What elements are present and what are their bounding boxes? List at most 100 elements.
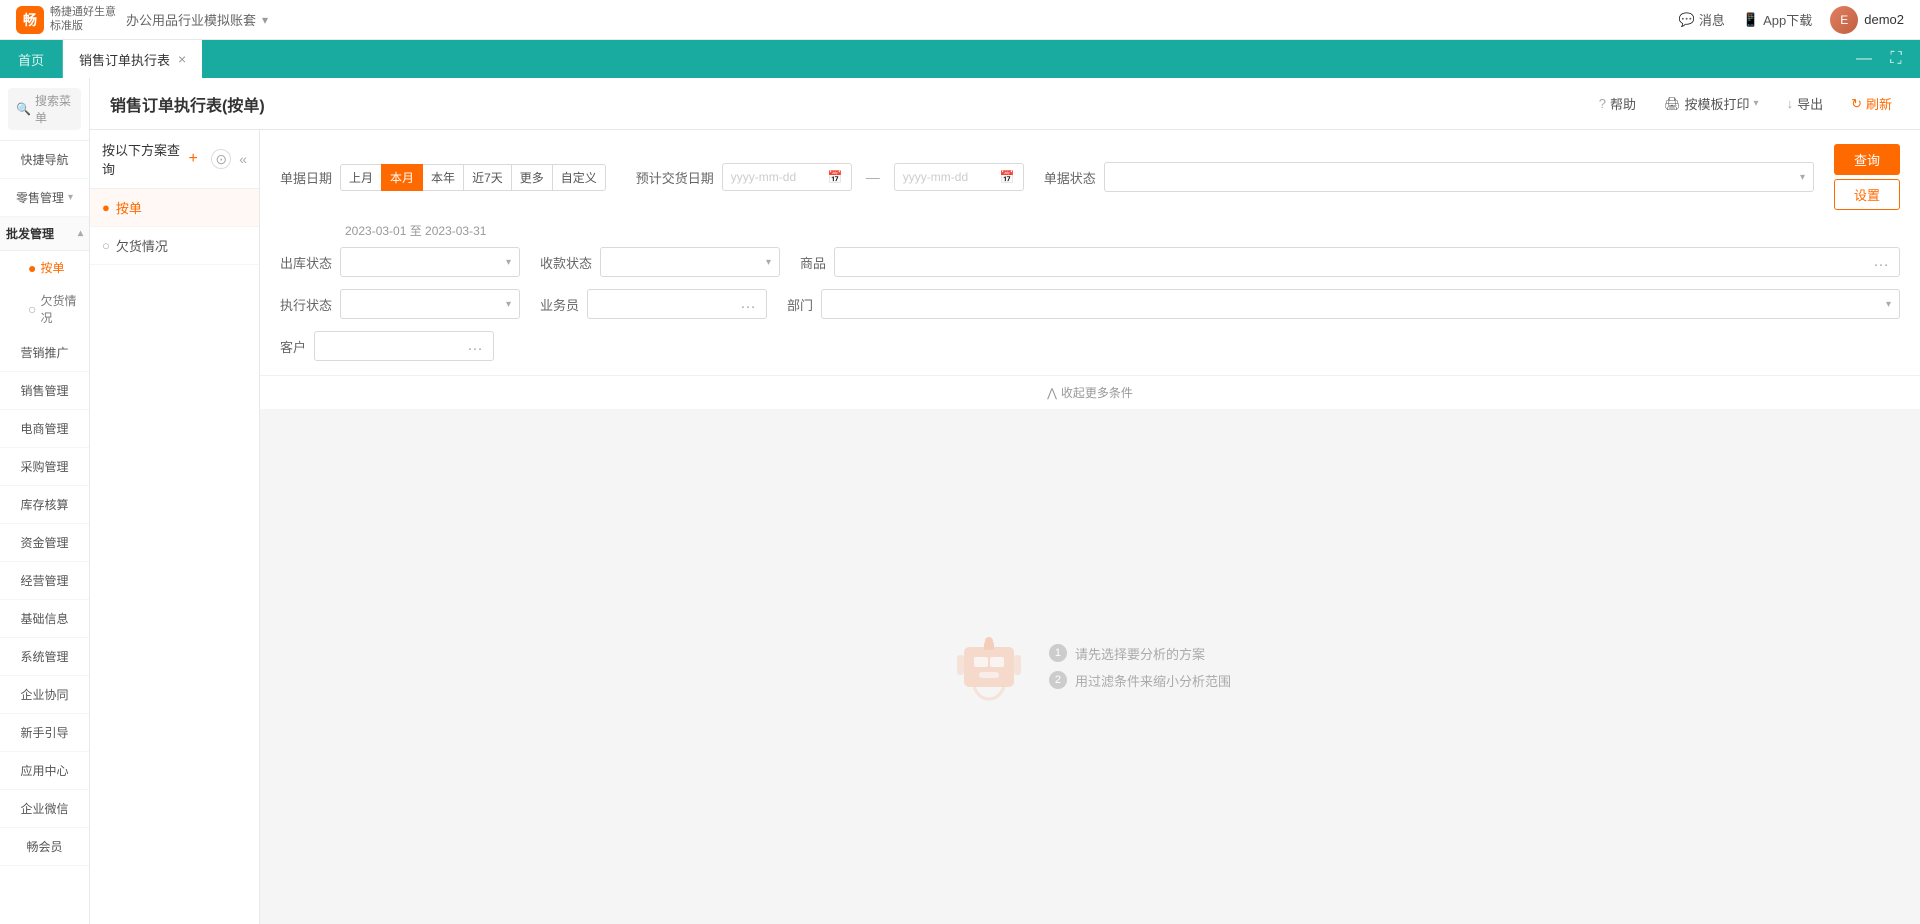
customer-more-icon[interactable]: … [467, 337, 485, 355]
sidebar-item-label: 批发管理 [6, 225, 54, 242]
calendar-icon-end: 📅 [1000, 170, 1015, 184]
empty-tip-1: 1 请先选择要分析的方案 [1049, 644, 1231, 663]
message-button[interactable]: 💬 消息 [1679, 10, 1725, 29]
sidebar-item-operations[interactable]: 经营管理 [0, 562, 89, 600]
sidebar-item-label: 资金管理 [20, 534, 68, 551]
sidebar-item-new-guide[interactable]: 新手引导 [0, 714, 89, 752]
date-tab-this-year[interactable]: 本年 [422, 164, 464, 191]
app-download-button[interactable]: 📱 App下载 [1743, 10, 1812, 29]
chevron-down-icon: ▾ [1886, 299, 1891, 310]
sidebar-item-label: 快捷导航 [20, 151, 68, 168]
sidebar: 🔍 搜索菜单 快捷导航 零售管理 ▾ 批发管理 ▴ ● 按单 ○ 欠货情况 营销… [0, 78, 90, 924]
expected-date-start-input[interactable]: yyyy-mm-dd 📅 [722, 163, 852, 191]
logo-area: 畅 畅捷通好生意 标准版 [16, 6, 116, 34]
logo-text: 畅捷通好生意 标准版 [50, 6, 116, 32]
document-status-select[interactable]: ▾ [1104, 162, 1814, 192]
salesperson-more-icon[interactable]: … [740, 295, 758, 313]
filter-expected-date: 预计交货日期 yyyy-mm-dd 📅 — yyyy-mm-dd 📅 [636, 163, 1024, 191]
date-tab-last7days[interactable]: 近7天 [463, 164, 512, 191]
print-label: 按模板打印 [1685, 94, 1750, 113]
sidebar-item-finance[interactable]: 资金管理 [0, 524, 89, 562]
sidebar-item-marketing[interactable]: 营销推广 [0, 334, 89, 372]
sidebar-item-quick-nav[interactable]: 快捷导航 [0, 141, 89, 179]
date-filter-row: 上月 本月 本年 近7天 更多 自定义 [340, 164, 616, 191]
search-placeholder: 搜索菜单 [35, 92, 73, 126]
sidebar-item-basic-info[interactable]: 基础信息 [0, 600, 89, 638]
scheme-item-icon: ○ [102, 238, 110, 253]
execution-status-select[interactable]: ▾ [340, 289, 520, 319]
scheme-item-by-single[interactable]: ● 按单 [90, 189, 259, 227]
outbound-status-select[interactable]: ▾ [340, 247, 520, 277]
user-area[interactable]: E demo2 [1830, 6, 1904, 34]
tab-sales-order[interactable]: 销售订单执行表 × [63, 40, 202, 78]
refresh-icon: ↻ [1851, 96, 1862, 112]
customer-input[interactable]: … [314, 331, 494, 361]
sidebar-item-enterprise[interactable]: 企业协同 [0, 676, 89, 714]
sidebar-search-box[interactable]: 🔍 搜索菜单 [8, 88, 81, 130]
refresh-button[interactable]: ↻ 刷新 [1843, 90, 1900, 117]
scheme-add-button[interactable]: + [183, 149, 203, 169]
tab-close-icon[interactable]: × [178, 52, 186, 66]
print-icon: 🖨 [1664, 96, 1681, 112]
tip-text-1: 请先选择要分析的方案 [1075, 644, 1205, 663]
sidebar-item-label: 经营管理 [20, 572, 68, 589]
sidebar-item-label: 企业微信 [20, 800, 68, 817]
product-input[interactable]: … [834, 247, 1900, 277]
main-layout: 🔍 搜索菜单 快捷导航 零售管理 ▾ 批发管理 ▴ ● 按单 ○ 欠货情况 营销… [0, 78, 1920, 924]
filter-execution-status: 执行状态 ▾ [280, 289, 520, 319]
sidebar-subitem-debt[interactable]: ○ 欠货情况 [0, 284, 89, 334]
date-tab-more[interactable]: 更多 [511, 164, 553, 191]
right-content: 单据日期 上月 本月 本年 近7天 更多 自定义 [260, 130, 1920, 924]
sidebar-item-retail[interactable]: 零售管理 ▾ [0, 179, 89, 217]
sidebar-item-sales[interactable]: 销售管理 [0, 372, 89, 410]
department-select[interactable]: ▾ [821, 289, 1900, 319]
sidebar-item-purchase[interactable]: 采购管理 [0, 448, 89, 486]
expected-date-label: 预计交货日期 [636, 168, 714, 187]
tab-maximize-button[interactable]: ⛶ [1884, 47, 1908, 71]
sidebar-item-app-center[interactable]: 应用中心 [0, 752, 89, 790]
message-icon: 💬 [1679, 12, 1695, 28]
sidebar-item-label: 系统管理 [20, 648, 68, 665]
tab-minimize-button[interactable]: — [1852, 47, 1876, 71]
payment-status-select[interactable]: ▾ [600, 247, 780, 277]
print-button[interactable]: 🖨 按模板打印 ▾ [1656, 90, 1767, 117]
date-separator: — [866, 169, 880, 185]
filter-outbound-status: 出库状态 ▾ [280, 247, 520, 277]
sidebar-item-wholesale[interactable]: 批发管理 ▴ [0, 217, 89, 251]
settings-button[interactable]: 设置 [1834, 179, 1900, 210]
department-label: 部门 [787, 295, 813, 314]
scheme-panel: 按以下方案查询 + ⊙ « ● 按单 ○ 欠货情况 [90, 130, 260, 924]
search-button[interactable]: 查询 [1834, 144, 1900, 175]
scheme-item-debt[interactable]: ○ 欠货情况 [90, 227, 259, 265]
collapse-bar[interactable]: ⋀ 收起更多条件 [260, 375, 1920, 409]
breadcrumb-dropdown-icon[interactable]: ▾ [262, 13, 268, 27]
sidebar-item-enterprise-wechat[interactable]: 企业微信 [0, 790, 89, 828]
tip-number-2: 2 [1049, 671, 1067, 689]
collapse-label: 收起更多条件 [1061, 384, 1133, 401]
date-tab-this-month[interactable]: 本月 [381, 164, 423, 191]
user-name[interactable]: demo2 [1864, 12, 1904, 27]
expected-date-end-input[interactable]: yyyy-mm-dd 📅 [894, 163, 1024, 191]
date-placeholder-start: yyyy-mm-dd [731, 170, 796, 184]
sidebar-item-system[interactable]: 系统管理 [0, 638, 89, 676]
sidebar-item-ecommerce[interactable]: 电商管理 [0, 410, 89, 448]
help-button[interactable]: ? 帮助 [1591, 90, 1644, 117]
page-header-actions: ? 帮助 🖨 按模板打印 ▾ ↓ 导出 ↻ 刷新 [1591, 90, 1900, 117]
export-button[interactable]: ↓ 导出 [1779, 90, 1832, 117]
filter-row-2: 出库状态 ▾ 收款状态 ▾ [280, 247, 1900, 277]
scheme-item-active-icon: ● [102, 200, 110, 215]
sidebar-item-member[interactable]: 畅会员 [0, 828, 89, 866]
date-tab-custom[interactable]: 自定义 [552, 164, 606, 191]
tab-home[interactable]: 首页 [0, 40, 63, 78]
date-tab-last-month[interactable]: 上月 [340, 164, 382, 191]
salesperson-input[interactable]: … [587, 289, 767, 319]
scheme-collapse-button[interactable]: « [239, 151, 247, 167]
sidebar-item-inventory[interactable]: 库存核算 [0, 486, 89, 524]
sidebar-subitem-by-single[interactable]: ● 按单 [0, 251, 89, 284]
breadcrumb-text: 办公用品行业模拟账套 [126, 10, 256, 29]
circle-icon: ○ [28, 301, 36, 317]
product-more-icon[interactable]: … [1873, 253, 1891, 271]
scheme-edit-button[interactable]: ⊙ [211, 149, 231, 169]
scheme-header-actions: + ⊙ « [183, 149, 247, 169]
empty-state: 1 请先选择要分析的方案 2 用过滤条件来缩小分析范围 [260, 409, 1920, 924]
